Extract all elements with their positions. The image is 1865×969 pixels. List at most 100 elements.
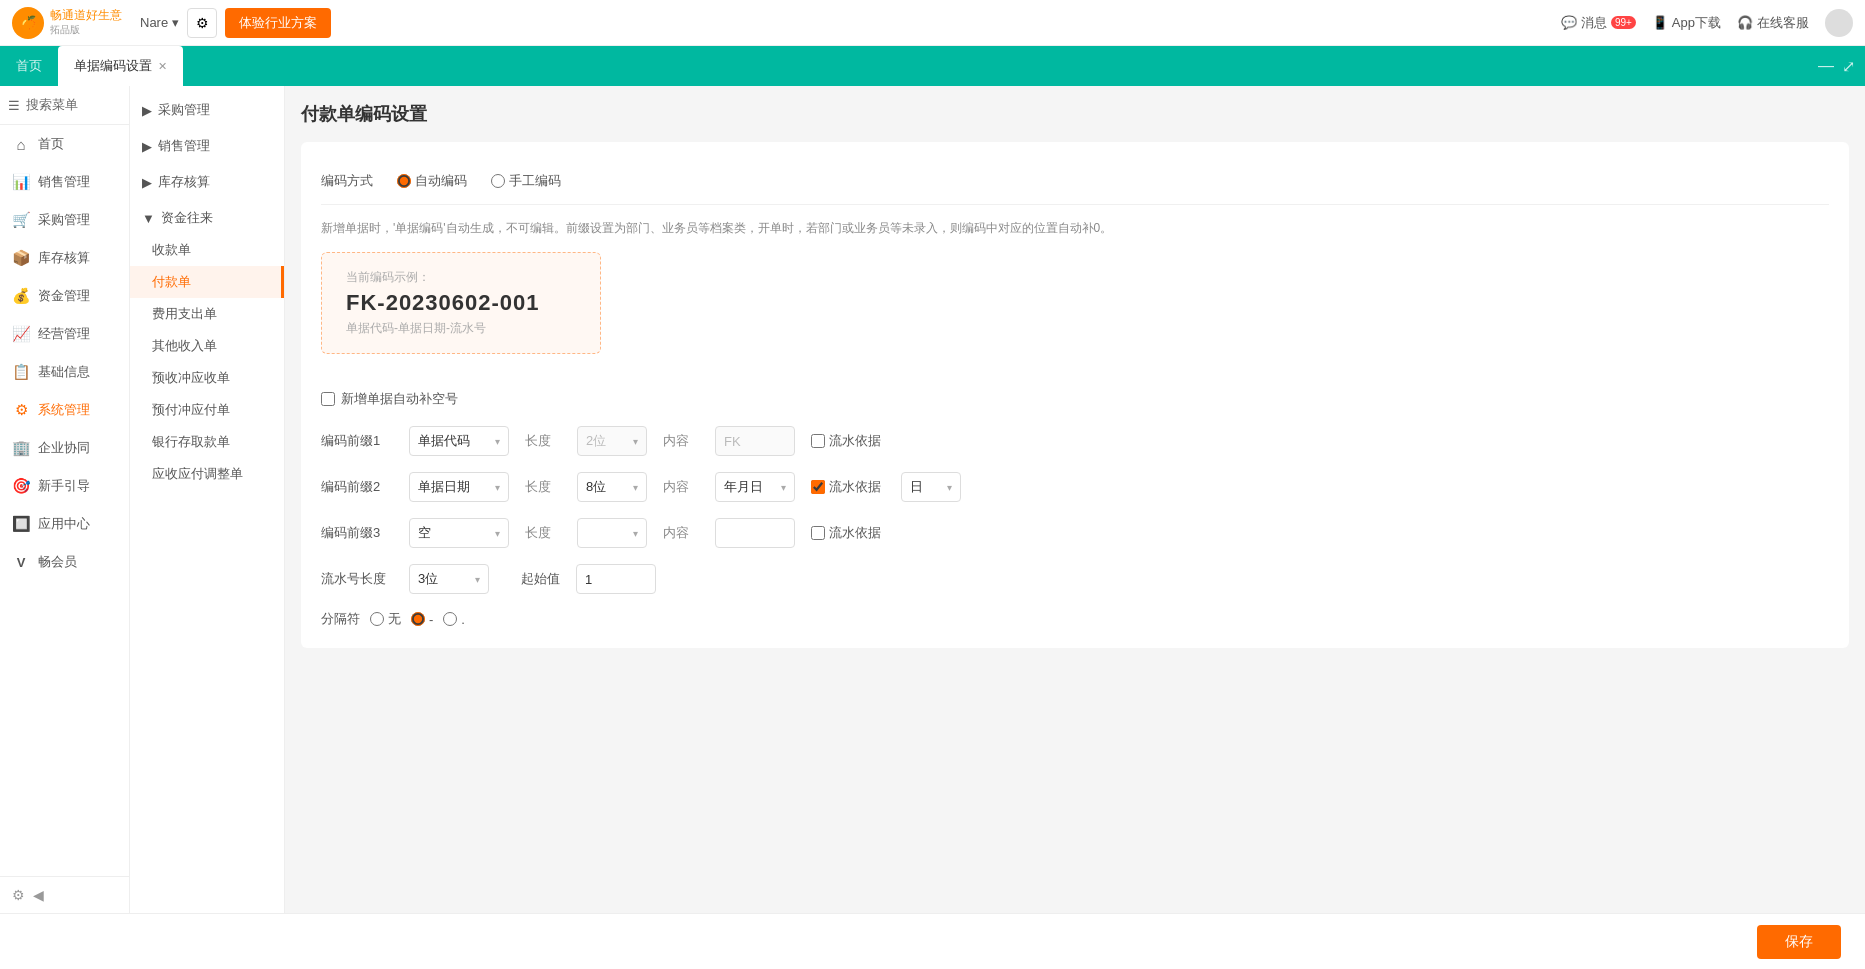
content1-label: 内容 [663, 432, 699, 450]
info-text: 新增单据时，'单据编码'自动生成，不可编辑。前缀设置为部门、业务员等档案类，开单… [321, 219, 1829, 238]
settings-button[interactable]: ⚙ [187, 8, 217, 38]
sidebar-item-enterprise[interactable]: 🏢 企业协同 [0, 429, 129, 467]
length1-label: 长度 [525, 432, 561, 450]
sidebar-item-system[interactable]: ⚙ 系统管理 [0, 391, 129, 429]
sidebar-settings-button[interactable]: ⚙ [12, 887, 25, 903]
sidebar-item-newbie[interactable]: 🎯 新手引导 [0, 467, 129, 505]
sidebar-item-purchase[interactable]: 🛒 采购管理 [0, 201, 129, 239]
online-service-item[interactable]: 🎧 在线客服 [1737, 14, 1809, 32]
save-button[interactable]: 保存 [1757, 925, 1841, 959]
sidebar-item-app-center[interactable]: 🔲 应用中心 [0, 505, 129, 543]
tab-close-icon[interactable]: ✕ [158, 60, 167, 73]
manual-code-label: 手工编码 [509, 172, 561, 190]
sub-menu-label: 销售管理 [158, 137, 210, 155]
settings-row-prefix3: 编码前缀3 空 ▾ 长度 ▾ 内容 流水依据 [321, 518, 1829, 548]
content3-input[interactable] [715, 518, 795, 548]
tab-home[interactable]: 首页 [0, 46, 58, 86]
app-download-item[interactable]: 📱 App下载 [1652, 14, 1721, 32]
length1-value: 2位 [586, 432, 606, 450]
auto-code-radio[interactable] [397, 174, 411, 188]
separator-dash-radio[interactable] [411, 612, 425, 626]
separator-dash-label[interactable]: - [411, 612, 433, 627]
code-preview-value: FK-20230602-001 [346, 290, 576, 316]
separator-dot-radio[interactable] [443, 612, 457, 626]
separator-none-text: 无 [388, 610, 401, 628]
messages-item[interactable]: 💬 消息 99+ [1561, 14, 1636, 32]
sidebar-item-finance[interactable]: 💰 资金管理 [0, 277, 129, 315]
auto-code-radio-label[interactable]: 自动编码 [397, 172, 467, 190]
serial2-label: 流水依据 [829, 478, 881, 496]
tab-serial-settings[interactable]: 单据编码设置 ✕ [58, 46, 183, 86]
basics-icon: 📋 [12, 363, 30, 381]
separator-dot-label[interactable]: . [443, 612, 465, 627]
sub-menu-item-expense[interactable]: 费用支出单 [130, 298, 284, 330]
page-title: 付款单编码设置 [301, 102, 1849, 126]
sidebar-item-sales[interactable]: 📊 销售管理 [0, 163, 129, 201]
serial-length-label: 流水号长度 [321, 570, 393, 588]
length1-select[interactable]: 2位 ▾ [577, 426, 647, 456]
sidebar-item-home[interactable]: ⌂ 首页 [0, 125, 129, 163]
chevron-down-icon: ▾ [633, 482, 638, 493]
sub-menu-capital-header[interactable]: ▼ 资金往来 [130, 202, 284, 234]
sub-menu-purchase-header[interactable]: ▶ 采购管理 [130, 94, 284, 126]
separator-dash-text: - [429, 612, 433, 627]
separator-none-radio[interactable] [370, 612, 384, 626]
length3-select[interactable]: ▾ [577, 518, 647, 548]
sub-menu-inventory-header[interactable]: ▶ 库存核算 [130, 166, 284, 198]
sub-menu-item-bank-deposit[interactable]: 银行存取款单 [130, 426, 284, 458]
serial-length-select[interactable]: 3位 ▾ [409, 564, 489, 594]
logo-area: 🍊 畅通道好生意 拓品版 [12, 7, 132, 39]
serial3-checkbox[interactable] [811, 526, 825, 540]
length2-label: 长度 [525, 478, 561, 496]
sidebar-item-membership[interactable]: V 畅会员 [0, 543, 129, 581]
sub-menu-item-advance-collect[interactable]: 预收冲应收单 [130, 362, 284, 394]
prefix1-select[interactable]: 单据代码 ▾ [409, 426, 509, 456]
company-dropdown[interactable]: Nare ▾ [140, 15, 179, 30]
serial3-checkbox-label[interactable]: 流水依据 [811, 524, 881, 542]
sub-menu-item-other-income[interactable]: 其他收入单 [130, 330, 284, 362]
tab-expand-button[interactable]: ⤢ [1842, 57, 1855, 76]
sub-menu-item-payment[interactable]: 付款单 [130, 266, 284, 298]
settings-card: 编码方式 自动编码 手工编码 新增单据时，'单据编码'自动生成，不可编辑。前缀设… [301, 142, 1849, 648]
prefix2-label: 编码前缀2 [321, 478, 393, 496]
messages-label: 消息 [1581, 14, 1607, 32]
autofill-checkbox[interactable] [321, 392, 335, 406]
manual-code-radio[interactable] [491, 174, 505, 188]
sub-menu-label: 库存核算 [158, 173, 210, 191]
serial2-checkbox-label[interactable]: 流水依据 [811, 478, 881, 496]
sidebar-search[interactable]: ☰ 搜索菜单 [0, 86, 129, 125]
serial1-checkbox[interactable] [811, 434, 825, 448]
tab-minimize-button[interactable]: — [1818, 57, 1834, 75]
content2-select[interactable]: 年月日 ▾ [715, 472, 795, 502]
avatar[interactable] [1825, 9, 1853, 37]
manual-code-radio-label[interactable]: 手工编码 [491, 172, 561, 190]
headset-icon: 🎧 [1737, 15, 1753, 30]
sub-menu-sales-header[interactable]: ▶ 销售管理 [130, 130, 284, 162]
sub-menu-item-advance-pay[interactable]: 预付冲应付单 [130, 394, 284, 426]
sidebar-item-inventory[interactable]: 📦 库存核算 [0, 239, 129, 277]
chevron-down-icon: ▾ [633, 436, 638, 447]
prefix1-label: 编码前缀1 [321, 432, 393, 450]
prefix3-select[interactable]: 空 ▾ [409, 518, 509, 548]
separator-none-label[interactable]: 无 [370, 610, 401, 628]
purchase-icon: 🛒 [12, 211, 30, 229]
serial2-checkbox[interactable] [811, 480, 825, 494]
sub-menu-group-inventory: ▶ 库存核算 [130, 166, 284, 198]
separator-dot-text: . [461, 612, 465, 627]
sidebar-item-operations[interactable]: 📈 经营管理 [0, 315, 129, 353]
sidebar-collapse-button[interactable]: ◀ [33, 887, 44, 903]
serial1-checkbox-label[interactable]: 流水依据 [811, 432, 881, 450]
length2-value: 8位 [586, 478, 606, 496]
length2-select[interactable]: 8位 ▾ [577, 472, 647, 502]
day-select[interactable]: 日 ▾ [901, 472, 961, 502]
chevron-down-icon: ▾ [633, 528, 638, 539]
sidebar-item-basics[interactable]: 📋 基础信息 [0, 353, 129, 391]
start-value-input[interactable] [576, 564, 656, 594]
autofill-row: 新增单据自动补空号 [321, 390, 1829, 408]
prefix2-select[interactable]: 单据日期 ▾ [409, 472, 509, 502]
sub-menu-item-ap-adjust[interactable]: 应收应付调整单 [130, 458, 284, 490]
autofill-label: 新增单据自动补空号 [341, 390, 458, 408]
company-name: Nare [140, 15, 168, 30]
sub-menu-item-receipt[interactable]: 收款单 [130, 234, 284, 266]
industry-button[interactable]: 体验行业方案 [225, 8, 331, 38]
